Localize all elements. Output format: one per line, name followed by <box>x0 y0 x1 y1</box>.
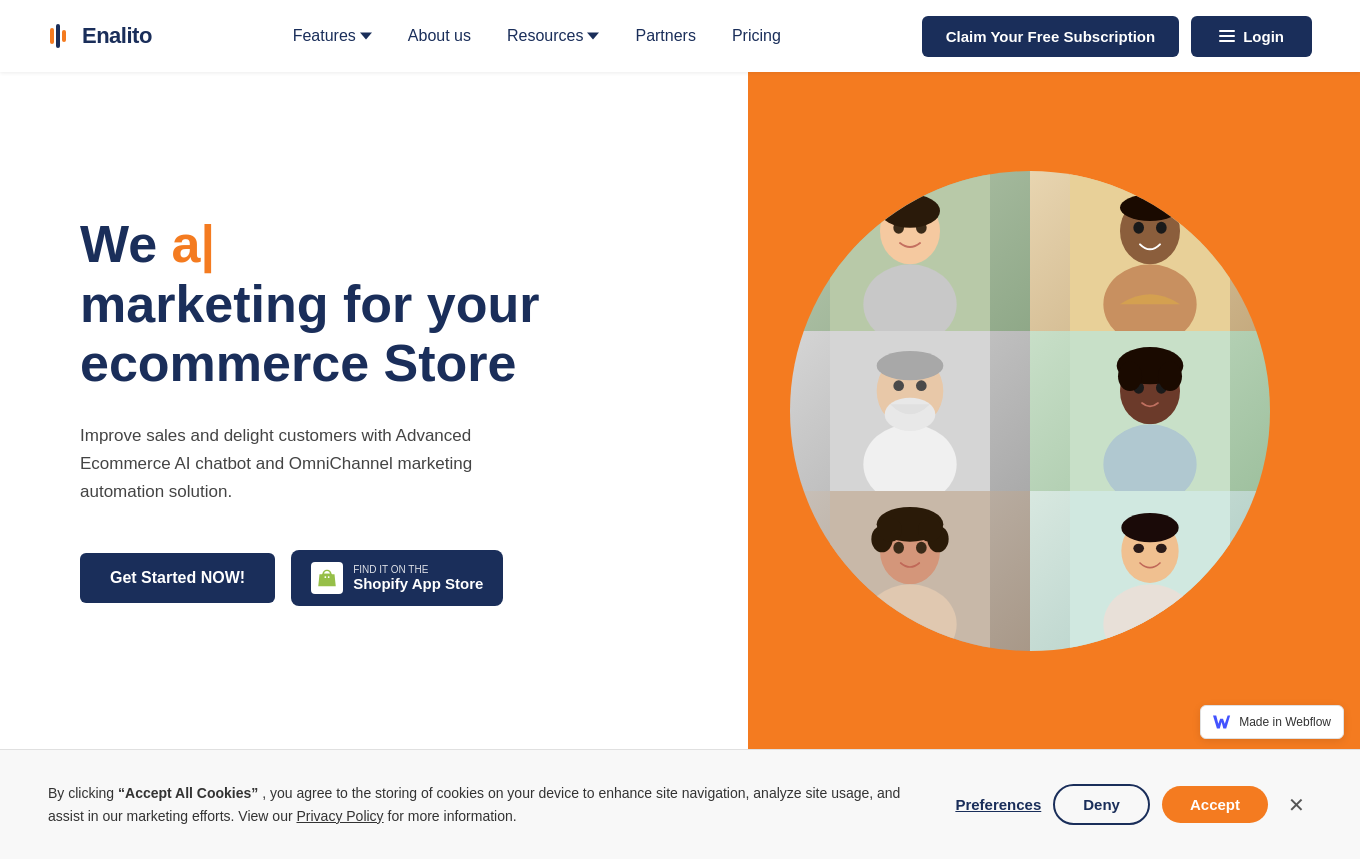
svg-rect-4 <box>325 577 327 579</box>
menu-icon <box>1219 30 1235 42</box>
nav-resources[interactable]: Resources <box>507 27 599 45</box>
nav-actions: Claim Your Free Subscription Login <box>922 16 1312 57</box>
claim-subscription-button[interactable]: Claim Your Free Subscription <box>922 16 1180 57</box>
cta-group: Get Started NOW! FIND IT ON THE Shopify … <box>80 550 688 606</box>
hero-subheading: marketing for yourecommerce Store <box>80 275 539 393</box>
svg-point-24 <box>877 351 944 380</box>
logo[interactable]: Enalito <box>48 22 152 50</box>
svg-point-42 <box>918 517 942 541</box>
webflow-label: Made in Webflow <box>1239 715 1331 729</box>
logo-text: Enalito <box>82 23 152 49</box>
login-button[interactable]: Login <box>1191 16 1312 57</box>
get-started-button[interactable]: Get Started NOW! <box>80 553 275 603</box>
svg-point-47 <box>1156 543 1167 552</box>
hero-content: We a| marketing for yourecommerce Store … <box>0 72 748 749</box>
hero-highlight: a| <box>172 215 215 273</box>
webflow-badge[interactable]: Made in Webflow <box>1200 705 1344 739</box>
hero-description: Improve sales and delight customers with… <box>80 422 560 506</box>
shopify-button-text: FIND IT ON THE Shopify App Store <box>353 564 483 592</box>
svg-point-32 <box>1158 361 1182 390</box>
nav-partners[interactable]: Partners <box>635 27 695 45</box>
people-grid <box>790 171 1270 651</box>
person-5 <box>790 491 1030 651</box>
svg-point-22 <box>916 380 927 391</box>
svg-rect-1 <box>56 24 60 48</box>
svg-point-17 <box>1120 194 1180 221</box>
shopify-bag-icon <box>311 562 343 594</box>
svg-point-16 <box>1156 221 1167 233</box>
nav-links: Features About us Resources Partners Pri… <box>293 27 781 45</box>
person-6 <box>1030 491 1270 651</box>
svg-rect-2 <box>62 30 66 42</box>
svg-rect-0 <box>50 28 54 44</box>
person-4 <box>1030 331 1270 491</box>
svg-rect-5 <box>328 577 330 579</box>
hero-section: We a| marketing for yourecommerce Store … <box>0 72 1360 749</box>
svg-point-36 <box>893 541 904 553</box>
person-1 <box>790 171 1030 331</box>
nav-pricing[interactable]: Pricing <box>732 27 781 45</box>
svg-point-15 <box>1133 221 1144 233</box>
shopify-app-store-button[interactable]: FIND IT ON THE Shopify App Store <box>291 550 503 606</box>
hero-heading: We a| marketing for yourecommerce Store <box>80 215 688 394</box>
svg-point-21 <box>893 380 904 391</box>
person-3 <box>790 331 1030 491</box>
svg-point-31 <box>1118 361 1142 390</box>
person-2 <box>1030 171 1270 331</box>
svg-point-11 <box>880 194 940 227</box>
navbar: Enalito Features About us Resources Part… <box>0 0 1360 72</box>
webflow-logo-icon <box>1213 712 1233 732</box>
svg-point-48 <box>1121 513 1178 542</box>
svg-rect-3 <box>322 574 332 585</box>
nav-about[interactable]: About us <box>408 27 471 45</box>
svg-point-41 <box>878 517 902 541</box>
hero-image-area <box>748 72 1360 749</box>
svg-point-46 <box>1133 543 1144 552</box>
svg-point-37 <box>916 541 927 553</box>
logo-icon <box>48 22 76 50</box>
nav-features[interactable]: Features <box>293 27 372 45</box>
